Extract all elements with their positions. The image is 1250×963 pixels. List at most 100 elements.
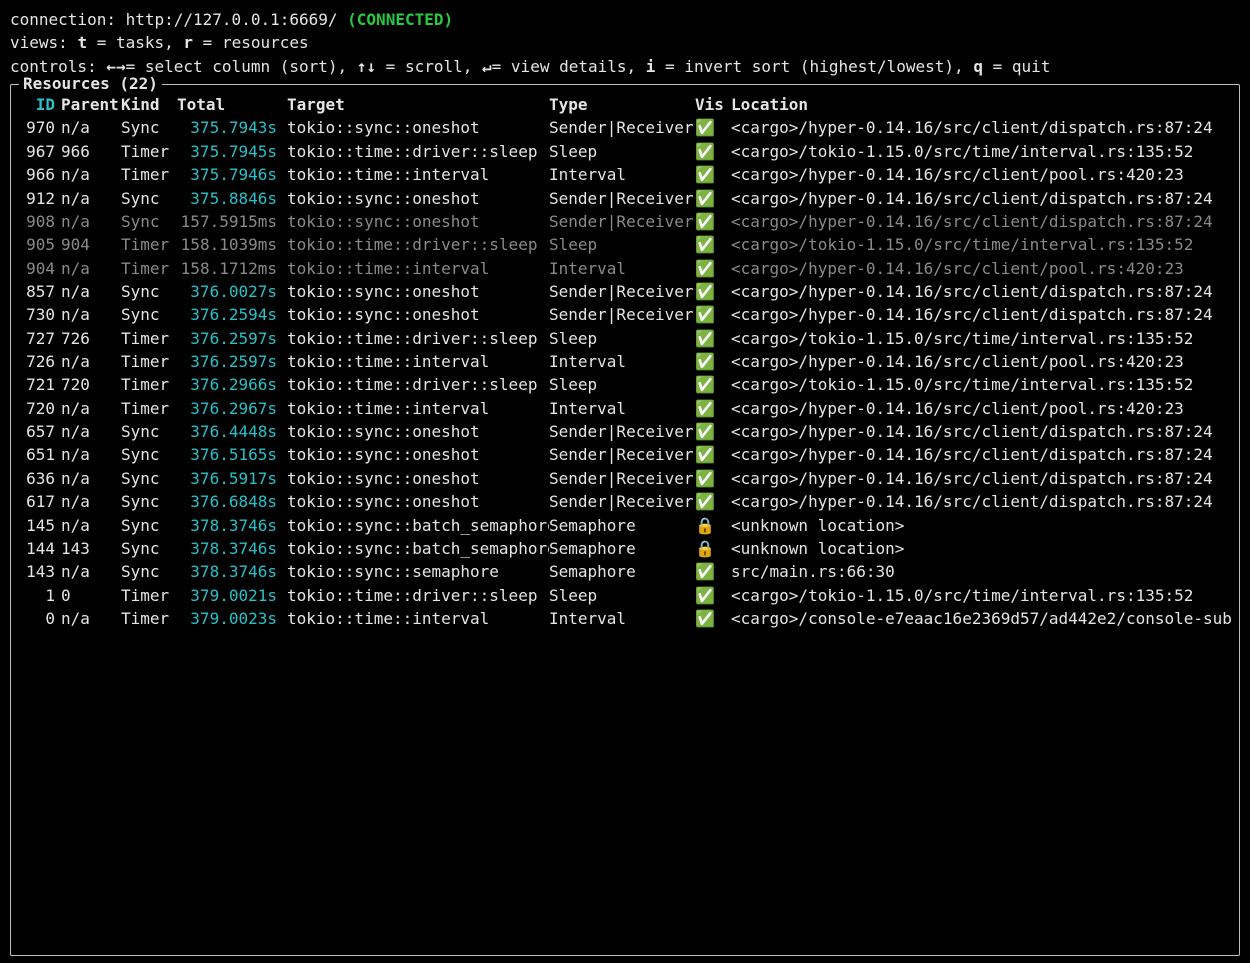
cell-location[interactable]: src/main.rs:66:30 — [731, 560, 1231, 583]
cell-location[interactable]: <cargo>/hyper-0.14.16/src/client/dispatc… — [731, 116, 1231, 139]
cell-target[interactable]: tokio::time::driver::sleep — [287, 140, 549, 163]
cell-id[interactable]: 144 — [19, 537, 61, 560]
cell-total[interactable]: 378.3746s — [177, 537, 287, 560]
cell-id[interactable]: 857 — [19, 280, 61, 303]
cell-kind[interactable]: Sync — [121, 490, 177, 513]
cell-target[interactable]: tokio::time::interval — [287, 163, 549, 186]
ctrl-i-key[interactable]: i — [646, 57, 656, 76]
col-header-location[interactable]: Location — [731, 93, 1231, 116]
cell-target[interactable]: tokio::sync::oneshot — [287, 187, 549, 210]
cell-id[interactable]: 651 — [19, 443, 61, 466]
cell-location[interactable]: <cargo>/hyper-0.14.16/src/client/pool.rs… — [731, 397, 1231, 420]
cell-kind[interactable]: Sync — [121, 116, 177, 139]
cell-kind[interactable]: Timer — [121, 373, 177, 396]
cell-target[interactable]: tokio::time::driver::sleep — [287, 373, 549, 396]
cell-location[interactable]: <cargo>/hyper-0.14.16/src/client/pool.rs… — [731, 163, 1231, 186]
cell-location[interactable]: <cargo>/tokio-1.15.0/src/time/interval.r… — [731, 140, 1231, 163]
cell-id[interactable]: 905 — [19, 233, 61, 256]
cell-parent[interactable]: n/a — [61, 467, 121, 490]
cell-parent[interactable]: n/a — [61, 397, 121, 420]
cell-target[interactable]: tokio::sync::oneshot — [287, 303, 549, 326]
cell-location[interactable]: <unknown location> — [731, 514, 1231, 537]
cell-target[interactable]: tokio::time::driver::sleep — [287, 584, 549, 607]
cell-location[interactable]: <cargo>/hyper-0.14.16/src/client/dispatc… — [731, 490, 1231, 513]
cell-total[interactable]: 375.7945s — [177, 140, 287, 163]
cell-total[interactable]: 375.7946s — [177, 163, 287, 186]
cell-target[interactable]: tokio::sync::semaphore — [287, 560, 549, 583]
cell-id[interactable]: 0 — [19, 607, 61, 630]
cell-total[interactable]: 376.4448s — [177, 420, 287, 443]
cell-location[interactable]: <cargo>/hyper-0.14.16/src/client/pool.rs… — [731, 350, 1231, 373]
cell-parent[interactable]: n/a — [61, 514, 121, 537]
views-r-key[interactable]: r — [183, 33, 193, 52]
cell-kind[interactable]: Sync — [121, 537, 177, 560]
cell-target[interactable]: tokio::time::interval — [287, 257, 549, 280]
cell-target[interactable]: tokio::time::driver::sleep — [287, 327, 549, 350]
cell-kind[interactable]: Sync — [121, 467, 177, 490]
cell-kind[interactable]: Timer — [121, 327, 177, 350]
col-header-target[interactable]: Target — [287, 93, 549, 116]
cell-kind[interactable]: Sync — [121, 187, 177, 210]
cell-id[interactable]: 143 — [19, 560, 61, 583]
cell-type[interactable]: Sender|Receiver — [549, 280, 695, 303]
col-header-id[interactable]: ID — [19, 93, 61, 116]
cell-total[interactable]: 376.5917s — [177, 467, 287, 490]
cell-location[interactable]: <cargo>/hyper-0.14.16/src/client/dispatc… — [731, 467, 1231, 490]
cell-type[interactable]: Sender|Receiver — [549, 210, 695, 233]
cell-location[interactable]: <cargo>/tokio-1.15.0/src/time/interval.r… — [731, 373, 1231, 396]
cell-id[interactable]: 904 — [19, 257, 61, 280]
cell-id[interactable]: 727 — [19, 327, 61, 350]
cell-total[interactable]: 376.2967s — [177, 397, 287, 420]
cell-type[interactable]: Sender|Receiver — [549, 490, 695, 513]
cell-kind[interactable]: Timer — [121, 584, 177, 607]
cell-id[interactable]: 912 — [19, 187, 61, 210]
cell-total[interactable]: 379.0023s — [177, 607, 287, 630]
cell-id[interactable]: 730 — [19, 303, 61, 326]
cell-parent[interactable]: 143 — [61, 537, 121, 560]
cell-target[interactable]: tokio::time::interval — [287, 397, 549, 420]
cell-target[interactable]: tokio::sync::oneshot — [287, 210, 549, 233]
ctrl-q-key[interactable]: q — [973, 57, 983, 76]
cell-type[interactable]: Sleep — [549, 584, 695, 607]
cell-id[interactable]: 720 — [19, 397, 61, 420]
cell-type[interactable]: Sender|Receiver — [549, 187, 695, 210]
cell-parent[interactable]: 720 — [61, 373, 121, 396]
cell-type[interactable]: Interval — [549, 257, 695, 280]
cell-location[interactable]: <cargo>/hyper-0.14.16/src/client/dispatc… — [731, 420, 1231, 443]
cell-location[interactable]: <cargo>/hyper-0.14.16/src/client/dispatc… — [731, 443, 1231, 466]
cell-location[interactable]: <cargo>/console-e7eaac16e2369d57/ad442e2… — [731, 607, 1231, 630]
cell-parent[interactable]: n/a — [61, 350, 121, 373]
cell-target[interactable]: tokio::sync::batch_semaphore — [287, 537, 549, 560]
cell-total[interactable]: 378.3746s — [177, 514, 287, 537]
cell-kind[interactable]: Sync — [121, 210, 177, 233]
cell-type[interactable]: Sleep — [549, 373, 695, 396]
cell-target[interactable]: tokio::sync::oneshot — [287, 467, 549, 490]
cell-kind[interactable]: Timer — [121, 140, 177, 163]
cell-total[interactable]: 376.0027s — [177, 280, 287, 303]
cell-total[interactable]: 376.6848s — [177, 490, 287, 513]
cell-id[interactable]: 617 — [19, 490, 61, 513]
cell-kind[interactable]: Timer — [121, 233, 177, 256]
cell-total[interactable]: 157.5915ms — [177, 210, 287, 233]
cell-target[interactable]: tokio::time::interval — [287, 607, 549, 630]
col-header-type[interactable]: Type — [549, 93, 695, 116]
cell-id[interactable]: 145 — [19, 514, 61, 537]
cell-total[interactable]: 375.8846s — [177, 187, 287, 210]
cell-target[interactable]: tokio::sync::oneshot — [287, 420, 549, 443]
cell-target[interactable]: tokio::sync::batch_semaphore — [287, 514, 549, 537]
cell-location[interactable]: <cargo>/hyper-0.14.16/src/client/dispatc… — [731, 280, 1231, 303]
cell-total[interactable]: 378.3746s — [177, 560, 287, 583]
cell-type[interactable]: Sleep — [549, 140, 695, 163]
ctrl-ud-key[interactable]: ↑↓ — [357, 57, 376, 76]
resources-table[interactable]: ID Parent Kind Total Target Type Vis Loc… — [11, 85, 1239, 634]
cell-total[interactable]: 376.2597s — [177, 350, 287, 373]
cell-total[interactable]: 158.1039ms — [177, 233, 287, 256]
cell-parent[interactable]: 904 — [61, 233, 121, 256]
cell-location[interactable]: <cargo>/hyper-0.14.16/src/client/pool.rs… — [731, 257, 1231, 280]
cell-parent[interactable]: n/a — [61, 257, 121, 280]
cell-type[interactable]: Sleep — [549, 327, 695, 350]
cell-location[interactable]: <cargo>/hyper-0.14.16/src/client/dispatc… — [731, 210, 1231, 233]
cell-kind[interactable]: Timer — [121, 607, 177, 630]
cell-kind[interactable]: Sync — [121, 560, 177, 583]
cell-parent[interactable]: 0 — [61, 584, 121, 607]
